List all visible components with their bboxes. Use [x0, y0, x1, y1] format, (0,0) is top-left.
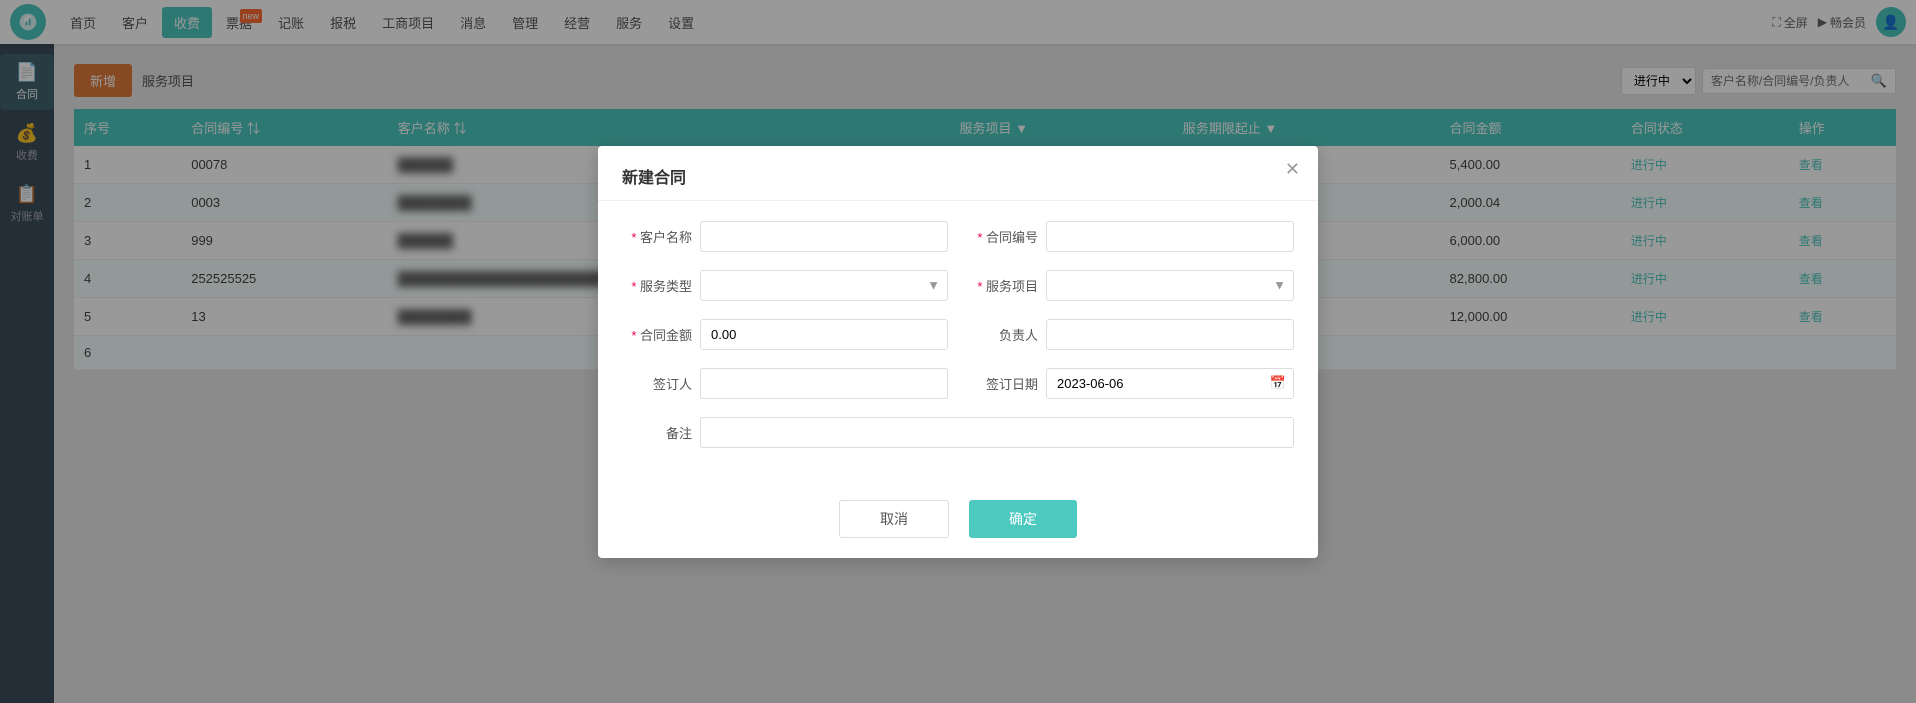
calendar-icon[interactable]: 📅: [1270, 375, 1286, 391]
form-group-remarks: 备注: [622, 417, 1294, 448]
modal-footer: 取消 确定: [598, 486, 1318, 558]
service-item-label: 服务项目: [968, 276, 1038, 295]
form-group-sign-date: 签订日期 📅: [968, 368, 1294, 399]
modal-body: 客户名称 合同编号 服务类型 ▼: [598, 201, 1318, 486]
signer-label: 签订人: [622, 374, 692, 393]
form-group-customer-name: 客户名称: [622, 221, 948, 252]
customer-name-label: 客户名称: [622, 227, 692, 246]
form-row-4: 签订人 签订日期 📅: [622, 368, 1294, 399]
form-group-service-type: 服务类型 ▼: [622, 270, 948, 301]
customer-name-input[interactable]: [700, 221, 948, 252]
form-group-signer: 签订人: [622, 368, 948, 399]
form-row-3: 合同金额 负责人: [622, 319, 1294, 350]
remarks-label: 备注: [622, 423, 692, 442]
form-row-5: 备注: [622, 417, 1294, 448]
confirm-button[interactable]: 确定: [969, 500, 1077, 538]
service-item-select[interactable]: [1046, 270, 1294, 301]
amount-input[interactable]: [700, 319, 948, 350]
responsible-label: 负责人: [968, 325, 1038, 344]
new-contract-modal: 新建合同 ✕ 客户名称 合同编号 服务类型: [598, 146, 1318, 558]
signer-input[interactable]: [700, 368, 948, 399]
service-type-select[interactable]: [700, 270, 948, 301]
sign-date-input[interactable]: [1046, 368, 1294, 399]
service-type-label: 服务类型: [622, 276, 692, 295]
form-group-service-item: 服务项目 ▼: [968, 270, 1294, 301]
sign-date-label: 签订日期: [968, 374, 1038, 393]
modal-overlay: 新建合同 ✕ 客户名称 合同编号 服务类型: [0, 0, 1916, 703]
form-row-2: 服务类型 ▼ 服务项目 ▼: [622, 270, 1294, 301]
modal-title: 新建合同: [598, 146, 1318, 201]
sign-date-wrap: 📅: [1046, 368, 1294, 399]
service-item-select-wrap: ▼: [1046, 270, 1294, 301]
form-group-amount: 合同金额: [622, 319, 948, 350]
amount-label: 合同金额: [622, 325, 692, 344]
modal-close-button[interactable]: ✕: [1285, 160, 1300, 178]
form-row-1: 客户名称 合同编号: [622, 221, 1294, 252]
cancel-button[interactable]: 取消: [839, 500, 949, 538]
contract-no-input[interactable]: [1046, 221, 1294, 252]
remarks-input[interactable]: [700, 417, 1294, 448]
form-group-contract-no: 合同编号: [968, 221, 1294, 252]
responsible-input[interactable]: [1046, 319, 1294, 350]
contract-no-label: 合同编号: [968, 227, 1038, 246]
service-type-select-wrap: ▼: [700, 270, 948, 301]
form-group-responsible: 负责人: [968, 319, 1294, 350]
